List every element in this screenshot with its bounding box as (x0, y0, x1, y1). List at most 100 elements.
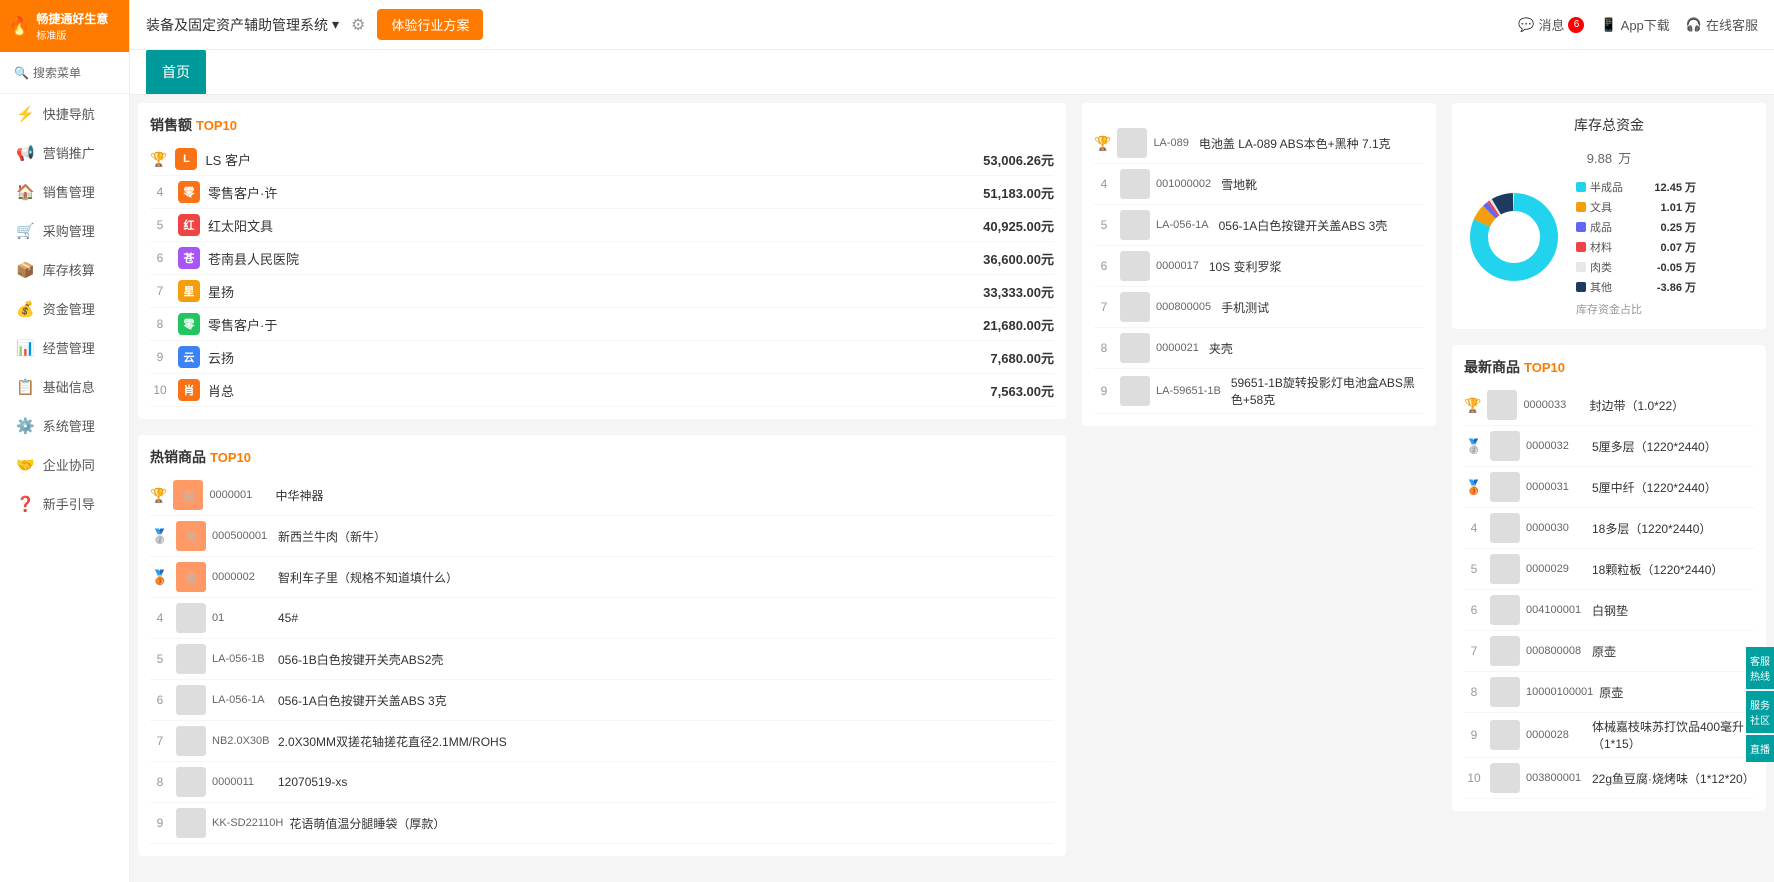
newest-header: 最新商品 TOP10 (1464, 357, 1754, 377)
cust-value-4: 36,600.00元 (983, 249, 1054, 268)
ts-code-5: 000800005 (1156, 301, 1211, 313)
finance-icon: 💰 (16, 300, 35, 318)
hp-rank-5: 5 (150, 652, 170, 666)
ts-rank-6: 8 (1094, 341, 1114, 355)
ts-name-1: 电池盖 LA-089 ABS本色+黑种 7.1克 (1199, 135, 1424, 152)
customers-list: 🏆 L LS 客户 53,006.26元 4 零 零售客户·许 51,183.0… (150, 143, 1054, 407)
app-download-btn[interactable]: 📱 App下载 (1600, 15, 1669, 34)
ts-product-2: 4 001000002 雪地靴 (1094, 164, 1424, 205)
sidebar-search-area[interactable]: 🔍 搜索菜单 (0, 52, 129, 94)
hp-rank-9: 9 (150, 816, 170, 830)
hot-product-3: 🥉 图 0000002 智利车子里（规格不知道填什么） (150, 557, 1054, 598)
ts-medal-1: 🏆 (1094, 135, 1111, 152)
np-medal-2: 🥈 (1464, 438, 1484, 455)
hp-img-4 (176, 603, 206, 633)
sidebar-item-purchase[interactable]: 🛒 采购管理 (0, 211, 129, 250)
sidebar-item-guide[interactable]: ❓ 新手引导 (0, 484, 129, 523)
badge-7: 云 (178, 346, 200, 368)
np-rank-5: 5 (1464, 562, 1484, 576)
legend-value-4: 0.07 万 (1661, 239, 1696, 255)
sidebar-item-enterprise[interactable]: 🤝 企业协同 (0, 445, 129, 484)
sidebar-item-system[interactable]: ⚙️ 系统管理 (0, 406, 129, 445)
np-name-8: 原壶 (1599, 684, 1754, 701)
new-product-4: 4 0000030 18多层（1220*2440） (1464, 508, 1754, 549)
hot-products-panel: 热销商品 TOP10 🏆 图 0000001 中华神器 🥈 图 00050000… (138, 435, 1066, 856)
float-customer-service: 客服 热线 服务 社区 直播 (1746, 647, 1774, 762)
rank-num-7: 9 (150, 350, 170, 364)
nav-item-home[interactable]: 首页 (146, 50, 206, 94)
hp-code-8: 0000011 (212, 776, 272, 788)
legend-dot-5 (1576, 262, 1586, 272)
hp-rank-6: 6 (150, 693, 170, 707)
ts-product-4: 6 0000017 10S 变利罗浆 (1094, 246, 1424, 287)
np-rank-8: 8 (1464, 685, 1484, 699)
online-service-btn[interactable]: 🎧 在线客服 (1686, 15, 1758, 34)
hp-name-7: 2.0X30MM双搓花轴搓花直径2.1MM/ROHS (278, 733, 1054, 750)
np-rank-10: 10 (1464, 771, 1484, 785)
sidebar-item-inventory[interactable]: 📦 库存核算 (0, 250, 129, 289)
hp-name-4: 45# (278, 611, 1054, 625)
stock-legend: 半成品 12.45 万 文具 1.01 万 成品 0.25 万 (1576, 179, 1696, 295)
legend-value-5: -0.05 万 (1657, 259, 1696, 275)
message-icon: 💬 (1518, 17, 1534, 33)
quick-icon: ⚡ (16, 105, 35, 123)
gear-icon[interactable]: ⚙ (351, 15, 365, 35)
hot-product-5: 5 LA-056-1B 056-1B白色按键开关壳ABS2壳 (150, 639, 1054, 680)
app-logo: 🔥 畅捷通好生意 标准版 (0, 0, 129, 52)
ts-img-5 (1120, 292, 1150, 322)
hp-name-1: 中华神器 (275, 487, 1054, 504)
newest-badge: TOP10 (1524, 360, 1565, 375)
sidebar-item-basic[interactable]: 📋 基础信息 (0, 367, 129, 406)
customers-title: 销售额 (150, 115, 192, 135)
np-rank-7: 7 (1464, 644, 1484, 658)
hp-img-7 (176, 726, 206, 756)
np-img-7 (1490, 636, 1520, 666)
system-selector[interactable]: 装备及固定资产辅助管理系统 ▾ (146, 15, 339, 35)
cs-community[interactable]: 服务 社区 (1746, 691, 1774, 733)
cust-value-5: 33,333.00元 (983, 282, 1054, 301)
donut-chart (1464, 187, 1564, 287)
cust-name-1: LS 客户 (205, 150, 975, 169)
newest-products-panel: 最新商品 TOP10 🏆 0000033 封边带（1.0*22） 🥈 00000… (1452, 345, 1766, 811)
ts-img-6 (1120, 333, 1150, 363)
page-nav: 首页 (130, 50, 1774, 95)
new-product-9: 9 0000028 体械嘉枝味苏打饮品400毫升（1*15） (1464, 713, 1754, 758)
sidebar-item-marketing[interactable]: 📢 营销推广 (0, 133, 129, 172)
cust-name-7: 云扬 (208, 348, 982, 367)
np-code-2: 0000032 (1526, 440, 1586, 452)
hp-rank-8: 8 (150, 775, 170, 789)
legend-item-6: 其他 -3.86 万 (1576, 279, 1696, 295)
operations-icon: 📊 (16, 339, 35, 357)
hp-img-6 (176, 685, 206, 715)
message-btn[interactable]: 💬 消息 6 (1518, 15, 1584, 34)
ts-img-4 (1120, 251, 1150, 281)
np-img-2 (1490, 431, 1520, 461)
newest-list: 🏆 0000033 封边带（1.0*22） 🥈 0000032 5厘多层（122… (1464, 385, 1754, 799)
sidebar-item-operations[interactable]: 📊 经营管理 (0, 328, 129, 367)
np-code-6: 004100001 (1526, 604, 1586, 616)
legend-label-4: 材料 (1590, 239, 1657, 255)
np-name-5: 18颗粒板（1220*2440） (1592, 561, 1754, 578)
cust-name-4: 苍南县人民医院 (208, 249, 975, 268)
cs-hotline-sublabel: 热线 (1750, 668, 1770, 683)
np-name-1: 封边带（1.0*22） (1589, 397, 1754, 414)
search-label: 搜索菜单 (33, 64, 81, 81)
sidebar-item-sales[interactable]: 🏠 销售管理 (0, 172, 129, 211)
donut-chart-area: 半成品 12.45 万 文具 1.01 万 成品 0.25 万 (1464, 179, 1754, 295)
hp-code-5: LA-056-1B (212, 653, 272, 665)
search-menu-btn[interactable]: 🔍 搜索菜单 (8, 60, 121, 85)
marketing-label: 营销推广 (43, 143, 95, 162)
np-rank-9: 9 (1464, 728, 1484, 742)
trial-button[interactable]: 体验行业方案 (377, 9, 483, 40)
ts-code-1: LA-089 (1153, 137, 1188, 149)
legend-dot-4 (1576, 242, 1586, 252)
np-rank-6: 6 (1464, 603, 1484, 617)
np-code-3: 0000031 (1526, 481, 1586, 493)
rank-num-8: 10 (150, 383, 170, 397)
cs-hotline[interactable]: 客服 热线 (1746, 647, 1774, 689)
ts-rank-2: 4 (1094, 177, 1114, 191)
app-label: App下载 (1621, 15, 1670, 34)
sidebar-item-finance[interactable]: 💰 资金管理 (0, 289, 129, 328)
sidebar-item-quick[interactable]: ⚡ 快捷导航 (0, 94, 129, 133)
cs-live[interactable]: 直播 (1746, 735, 1774, 762)
